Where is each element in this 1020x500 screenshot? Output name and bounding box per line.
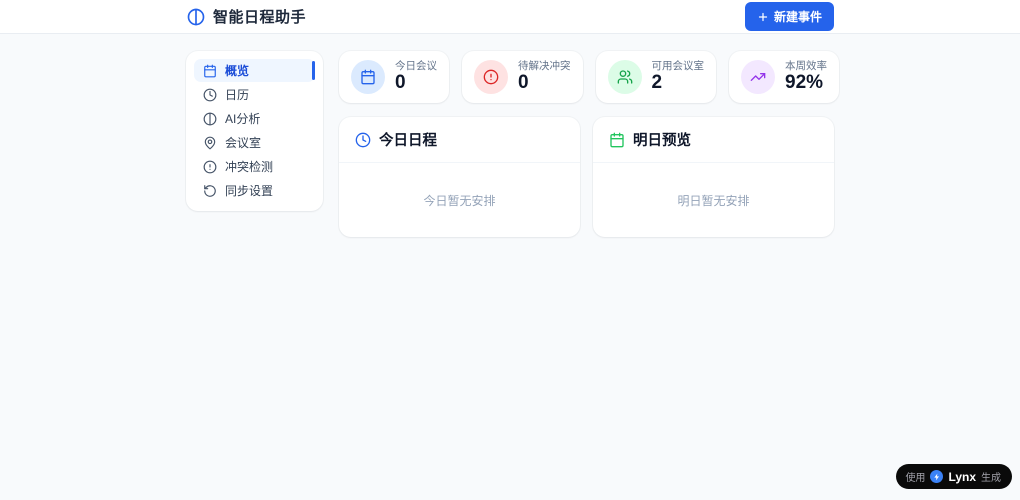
- alert-circle-icon: [474, 60, 508, 94]
- tomorrow-preview-panel: 明日预览 明日暂无安排: [593, 117, 834, 237]
- panel-title: 明日预览: [633, 133, 691, 149]
- main-content: 今日会议 0 待解决冲突 0 可用会议室 2 本周效率 92% 今日日程 今日暂…: [339, 51, 839, 237]
- stat-card-pending-conflicts: 待解决冲突 0: [462, 51, 583, 103]
- sidebar-item-sync-settings[interactable]: 同步设置: [194, 179, 315, 202]
- sidebar-item-label: 概览: [225, 64, 250, 78]
- panels-row: 今日日程 今日暂无安排 明日预览 明日暂无安排: [339, 117, 834, 237]
- clock-icon: [203, 88, 217, 102]
- empty-state-text: 今日暂无安排: [423, 193, 496, 208]
- app-header: 智能日程助手 新建事件: [0, 0, 1020, 34]
- today-schedule-panel: 今日日程 今日暂无安排: [339, 117, 580, 237]
- app-brand: 智能日程助手: [186, 6, 306, 27]
- sidebar-item-calendar[interactable]: 日历: [194, 83, 315, 106]
- sidebar: 概览 日历 AI分析 会议室 冲突检测 同步设置: [186, 51, 323, 211]
- stat-card-available-rooms: 可用会议室 2: [595, 51, 716, 103]
- stat-value: 92%: [785, 72, 824, 94]
- sidebar-item-label: 会议室: [225, 136, 262, 150]
- sidebar-item-conflict-detection[interactable]: 冲突检测: [194, 155, 315, 178]
- stat-label: 可用会议室: [651, 59, 705, 72]
- sidebar-item-meeting-rooms[interactable]: 会议室: [194, 131, 315, 154]
- panel-header: 明日预览: [593, 117, 834, 163]
- sidebar-item-label: 冲突检测: [225, 160, 274, 174]
- made-with-lynx-badge[interactable]: 使用 Lynx 生成: [896, 464, 1012, 489]
- alert-circle-icon: [203, 160, 217, 174]
- calendar-icon: [351, 60, 385, 94]
- stat-value: 0: [518, 72, 529, 94]
- brain-icon: [203, 112, 217, 126]
- stat-card-weekly-efficiency: 本周效率 92%: [729, 51, 839, 103]
- new-event-label: 新建事件: [773, 10, 822, 24]
- sidebar-item-label: 同步设置: [225, 184, 274, 198]
- stat-card-today-meetings: 今日会议 0: [339, 51, 449, 103]
- stat-value: 0: [395, 72, 406, 94]
- calendar-icon: [609, 132, 625, 148]
- stat-label: 待解决冲突: [518, 59, 571, 72]
- stats-row: 今日会议 0 待解决冲突 0 可用会议室 2 本周效率 92%: [339, 51, 839, 103]
- sidebar-item-overview[interactable]: 概览: [194, 59, 315, 82]
- map-pin-icon: [203, 136, 217, 150]
- stat-value: 2: [651, 72, 663, 94]
- stat-label: 本周效率: [785, 59, 827, 72]
- page-title: 智能日程助手: [213, 9, 307, 26]
- users-icon: [607, 60, 642, 94]
- badge-suffix: 生成: [981, 473, 1001, 484]
- clock-icon: [355, 132, 371, 148]
- sync-icon: [203, 184, 217, 198]
- badge-prefix: 使用: [905, 473, 926, 484]
- sidebar-item-label: 日历: [225, 88, 250, 102]
- empty-state-text: 明日暂无安排: [677, 193, 750, 208]
- brain-logo-icon: [186, 7, 206, 27]
- panel-title: 今日日程: [379, 133, 437, 149]
- sidebar-item-ai-analysis[interactable]: AI分析: [194, 107, 315, 130]
- plus-icon: [757, 11, 769, 23]
- sidebar-item-label: AI分析: [225, 112, 261, 126]
- trending-up-icon: [741, 60, 775, 94]
- badge-brand: Lynx: [948, 469, 976, 484]
- panel-header: 今日日程: [339, 117, 580, 163]
- lynx-logo-icon: [930, 470, 944, 483]
- calendar-icon: [203, 64, 217, 78]
- stat-label: 今日会议: [395, 59, 437, 72]
- new-event-button[interactable]: 新建事件: [744, 2, 834, 31]
